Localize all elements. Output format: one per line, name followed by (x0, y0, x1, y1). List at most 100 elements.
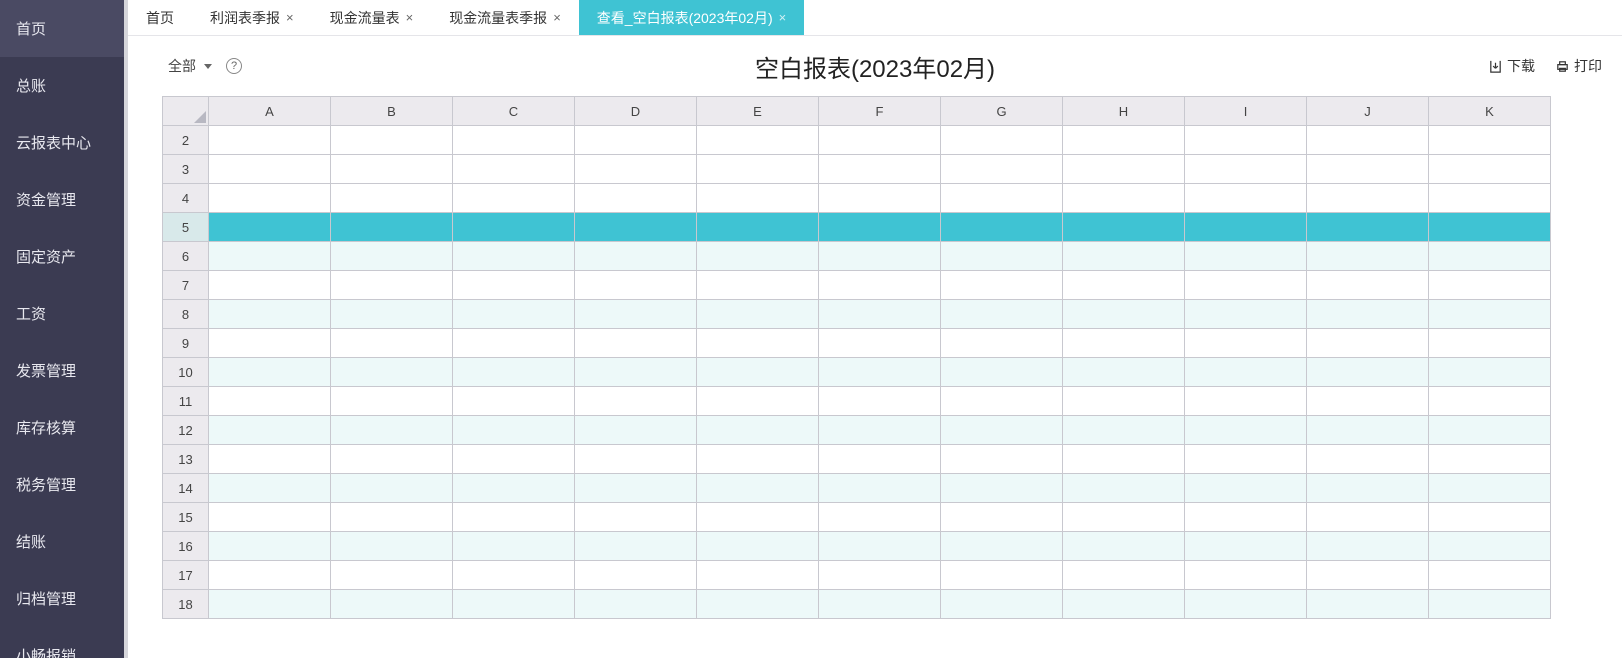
cell[interactable] (331, 590, 453, 619)
cell[interactable] (1185, 213, 1307, 242)
cell[interactable] (1429, 561, 1551, 590)
cell[interactable] (1185, 445, 1307, 474)
column-header[interactable]: I (1185, 97, 1307, 126)
cell[interactable] (819, 503, 941, 532)
cell[interactable] (941, 271, 1063, 300)
cell[interactable] (209, 358, 331, 387)
sidebar-item-invoice[interactable]: 发票管理 (0, 342, 124, 399)
cell[interactable] (209, 300, 331, 329)
cell[interactable] (453, 503, 575, 532)
filter-dropdown[interactable]: 全部 ? (168, 56, 242, 76)
cell[interactable] (1429, 358, 1551, 387)
column-header[interactable]: A (209, 97, 331, 126)
cell[interactable] (1063, 416, 1185, 445)
cell[interactable] (453, 184, 575, 213)
cell[interactable] (941, 300, 1063, 329)
row-header[interactable]: 11 (163, 387, 209, 416)
cell[interactable] (209, 155, 331, 184)
cell[interactable] (1429, 126, 1551, 155)
cell[interactable] (331, 387, 453, 416)
cell[interactable] (1185, 126, 1307, 155)
cell[interactable] (453, 358, 575, 387)
cell[interactable] (1429, 387, 1551, 416)
column-header[interactable]: B (331, 97, 453, 126)
cell[interactable] (941, 474, 1063, 503)
cell[interactable] (209, 416, 331, 445)
cell[interactable] (1429, 416, 1551, 445)
row-header[interactable]: 7 (163, 271, 209, 300)
cell[interactable] (697, 445, 819, 474)
cell[interactable] (209, 242, 331, 271)
print-button[interactable]: 打印 (1555, 56, 1602, 76)
cell[interactable] (1429, 242, 1551, 271)
cell[interactable] (1307, 532, 1429, 561)
sidebar-item-ledger[interactable]: 总账 (0, 57, 124, 114)
cell[interactable] (331, 300, 453, 329)
cell[interactable] (697, 184, 819, 213)
cell[interactable] (1307, 184, 1429, 213)
cell[interactable] (209, 329, 331, 358)
row-header[interactable]: 6 (163, 242, 209, 271)
cell[interactable] (1307, 155, 1429, 184)
row-header[interactable]: 15 (163, 503, 209, 532)
cell[interactable] (1063, 561, 1185, 590)
cell[interactable] (1063, 155, 1185, 184)
tab-home[interactable]: 首页 (128, 0, 192, 35)
row-header[interactable]: 12 (163, 416, 209, 445)
cell[interactable] (331, 416, 453, 445)
cell[interactable] (1185, 474, 1307, 503)
cell[interactable] (819, 155, 941, 184)
cell[interactable] (575, 242, 697, 271)
tab-cashflow[interactable]: 现金流量表 × (312, 0, 432, 35)
cell[interactable] (453, 155, 575, 184)
column-header[interactable]: J (1307, 97, 1429, 126)
cell[interactable] (1429, 184, 1551, 213)
cell[interactable] (697, 532, 819, 561)
close-icon[interactable]: × (286, 10, 294, 25)
cell[interactable] (575, 474, 697, 503)
cell[interactable] (1063, 329, 1185, 358)
cell[interactable] (941, 416, 1063, 445)
cell[interactable] (941, 155, 1063, 184)
close-icon[interactable]: × (553, 10, 561, 25)
cell[interactable] (209, 387, 331, 416)
cell[interactable] (331, 242, 453, 271)
cell[interactable] (1429, 300, 1551, 329)
cell[interactable] (819, 474, 941, 503)
cell[interactable] (941, 561, 1063, 590)
cell[interactable] (209, 503, 331, 532)
cell[interactable] (1185, 155, 1307, 184)
cell[interactable] (819, 242, 941, 271)
column-header[interactable]: E (697, 97, 819, 126)
column-header[interactable]: G (941, 97, 1063, 126)
cell[interactable] (1185, 416, 1307, 445)
cell[interactable] (1429, 155, 1551, 184)
cell[interactable] (575, 184, 697, 213)
cell[interactable] (1063, 271, 1185, 300)
cell[interactable] (453, 126, 575, 155)
help-icon[interactable]: ? (226, 58, 242, 74)
cell[interactable] (1429, 503, 1551, 532)
sidebar-item-archive[interactable]: 归档管理 (0, 570, 124, 627)
cell[interactable] (819, 300, 941, 329)
cell[interactable] (697, 358, 819, 387)
cell[interactable] (697, 242, 819, 271)
cell[interactable] (209, 532, 331, 561)
cell[interactable] (697, 271, 819, 300)
cell[interactable] (209, 561, 331, 590)
cell[interactable] (1307, 416, 1429, 445)
row-header[interactable]: 14 (163, 474, 209, 503)
cell[interactable] (1185, 503, 1307, 532)
cell[interactable] (819, 271, 941, 300)
cell[interactable] (331, 271, 453, 300)
sidebar-item-tax[interactable]: 税务管理 (0, 456, 124, 513)
cell[interactable] (941, 242, 1063, 271)
cell[interactable] (331, 329, 453, 358)
cell[interactable] (819, 416, 941, 445)
download-button[interactable]: 下载 (1488, 56, 1535, 76)
cell[interactable] (1185, 300, 1307, 329)
cell[interactable] (1307, 271, 1429, 300)
cell[interactable] (453, 329, 575, 358)
cell[interactable] (453, 445, 575, 474)
cell[interactable] (575, 213, 697, 242)
